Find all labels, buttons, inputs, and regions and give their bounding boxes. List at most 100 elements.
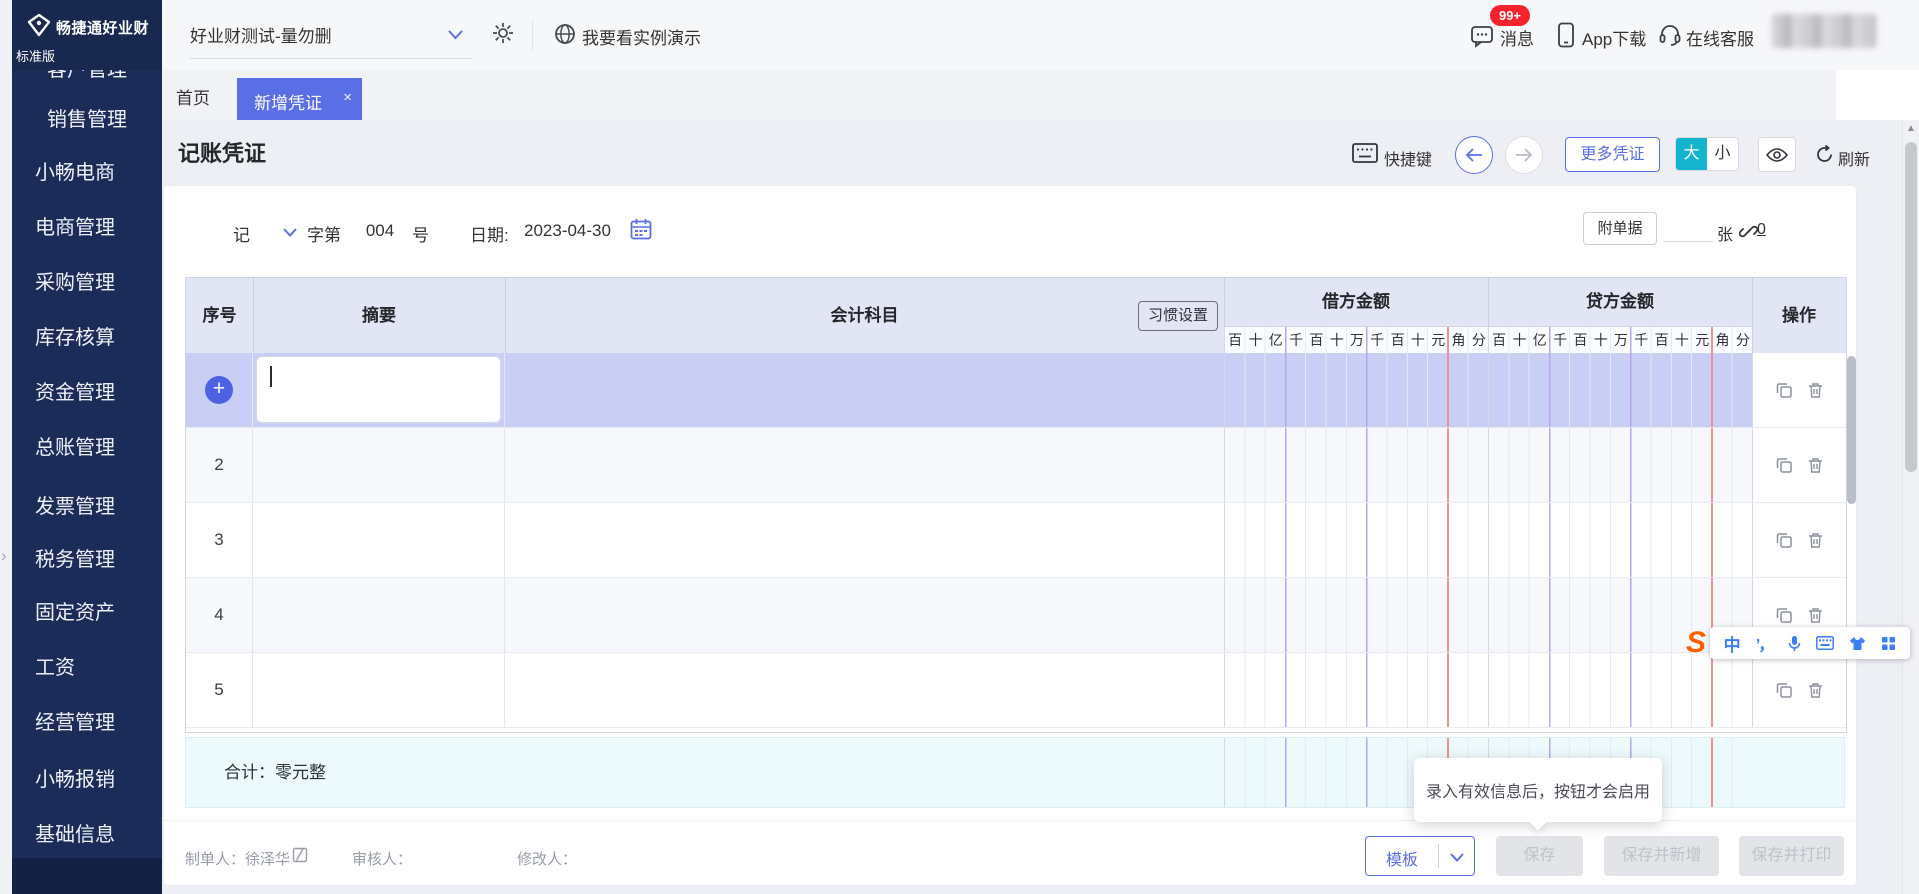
sidebar-item-purchase[interactable]: 采购管理 — [12, 263, 162, 303]
keyboard-icon[interactable] — [1352, 143, 1378, 163]
size-large-option[interactable]: 大 — [1676, 138, 1707, 170]
sidebar-item-general-ledger[interactable]: 总账管理 — [12, 428, 162, 468]
soft-keyboard-icon[interactable] — [1815, 636, 1834, 650]
delete-row-icon[interactable] — [1808, 682, 1823, 698]
voucher-row-5[interactable]: 5 — [186, 653, 1846, 728]
visibility-button[interactable] — [1758, 137, 1796, 172]
delete-row-icon[interactable] — [1808, 607, 1823, 623]
add-row-button[interactable]: + — [205, 376, 233, 404]
copy-row-icon[interactable] — [1776, 532, 1792, 548]
row-account-cell[interactable] — [505, 653, 1224, 727]
sidebar-item-invoice[interactable]: 发票管理 — [12, 487, 162, 527]
credit-amount-cell[interactable] — [1488, 653, 1752, 727]
sidebar-collapse-icon[interactable]: › — [1, 546, 12, 566]
toolbox-grid-icon[interactable] — [1881, 636, 1896, 651]
sidebar-item-tax[interactable]: 税务管理 — [12, 540, 162, 580]
ime-chinese-mode[interactable]: 中 — [1724, 631, 1741, 656]
sidebar-item-operations[interactable]: 经营管理 — [12, 703, 162, 743]
sidebar-item-inventory[interactable]: 库存核算 — [12, 318, 162, 358]
scrollbar-up-arrow[interactable]: ▲ — [1906, 123, 1916, 134]
sidebar-item-ecommerce[interactable]: 电商管理 — [12, 208, 162, 248]
app-download-link[interactable]: App下载 — [1582, 25, 1646, 50]
voucher-number-input[interactable]: 004 — [352, 221, 408, 241]
gear-icon[interactable] — [492, 22, 514, 44]
row-summary-cell[interactable] — [253, 428, 505, 502]
chevron-down-icon[interactable] — [283, 228, 297, 237]
calendar-icon[interactable] — [630, 218, 652, 240]
next-voucher-button[interactable] — [1505, 136, 1543, 174]
sidebar-item-payroll[interactable]: 工资 — [12, 648, 162, 688]
voucher-row-2[interactable]: 2 — [186, 428, 1846, 503]
sidebar-item-xiaochang-ecom[interactable]: 小畅电商 — [12, 153, 162, 193]
delete-row-icon[interactable] — [1808, 382, 1823, 398]
tab-home[interactable]: 首页 — [176, 84, 210, 109]
user-name-redacted[interactable] — [1772, 14, 1876, 48]
template-button[interactable]: 模板 — [1365, 836, 1475, 876]
habit-settings-button[interactable]: 习惯设置 — [1138, 301, 1218, 331]
credit-amount-cell[interactable] — [1488, 428, 1752, 502]
previous-voucher-button[interactable] — [1455, 136, 1493, 174]
save-and-new-button[interactable]: 保存并新增 — [1604, 836, 1719, 876]
row-summary-cell[interactable] — [253, 503, 505, 577]
demo-link[interactable]: 我要看实例演示 — [582, 24, 701, 49]
org-selector[interactable]: 好业财测试-量勿删 — [190, 22, 332, 47]
copy-row-icon[interactable] — [1776, 457, 1792, 473]
delete-row-icon[interactable] — [1808, 532, 1823, 548]
tab-close-icon[interactable]: × — [343, 89, 352, 106]
row-account-cell[interactable] — [505, 578, 1224, 652]
row-account-cell[interactable] — [505, 353, 1224, 427]
voucher-row-4[interactable]: 4 — [186, 578, 1846, 653]
summary-input[interactable] — [256, 356, 501, 423]
window-scrollbar-thumb[interactable] — [1905, 142, 1917, 472]
table-scrollbar[interactable] — [1846, 354, 1858, 729]
refresh-button[interactable]: 刷新 — [1838, 146, 1870, 170]
phone-icon[interactable] — [1556, 22, 1576, 48]
save-button[interactable]: 保存 — [1496, 836, 1583, 876]
voucher-row-3[interactable]: 3 — [186, 503, 1846, 578]
chevron-down-icon[interactable] — [448, 30, 463, 40]
credit-amount-cell[interactable] — [1488, 503, 1752, 577]
date-value[interactable]: 2023-04-30 — [524, 221, 611, 241]
sidebar-item-fixed-assets[interactable]: 固定资产 — [12, 593, 162, 633]
messages-link[interactable]: 消息 — [1500, 25, 1534, 50]
save-and-print-button[interactable]: 保存并打印 — [1739, 836, 1844, 876]
voucher-word-select[interactable]: 记 — [233, 221, 250, 246]
more-vouchers-button[interactable]: 更多凭证 — [1565, 137, 1660, 172]
window-scrollbar[interactable]: ▲ — [1902, 120, 1919, 894]
chevron-down-icon[interactable] — [1450, 853, 1464, 862]
debit-amount-cell[interactable] — [1224, 578, 1488, 652]
sogou-logo-icon[interactable]: S — [1686, 626, 1706, 660]
debit-amount-cell[interactable] — [1224, 428, 1488, 502]
copy-row-icon[interactable] — [1776, 682, 1792, 698]
sidebar-item-funds[interactable]: 资金管理 — [12, 373, 162, 413]
tab-new-voucher[interactable]: 新增凭证 × — [237, 78, 362, 120]
attachment-count-link[interactable]: 0 — [1757, 221, 1766, 239]
online-service-link[interactable]: 在线客服 — [1686, 25, 1754, 50]
skin-shirt-icon[interactable] — [1849, 636, 1866, 651]
row-summary-cell[interactable] — [253, 578, 505, 652]
copy-row-icon[interactable] — [1776, 607, 1792, 623]
voucher-row-1[interactable]: + — [186, 353, 1846, 428]
row-account-cell[interactable] — [505, 428, 1224, 502]
debit-amount-cell[interactable] — [1224, 503, 1488, 577]
credit-amount-cell[interactable] — [1488, 353, 1752, 427]
microphone-icon[interactable] — [1788, 635, 1801, 652]
attachment-count-input[interactable] — [1663, 241, 1713, 242]
sidebar-item-basic-info[interactable]: 基础信息 — [12, 815, 162, 855]
row-account-cell[interactable] — [505, 503, 1224, 577]
attachment-button[interactable]: 附单据 — [1583, 212, 1657, 245]
row-summary-cell[interactable] — [253, 653, 505, 727]
ime-punctuation-icon[interactable]: ’， — [1756, 631, 1775, 655]
delete-row-icon[interactable] — [1808, 457, 1823, 473]
debit-amount-cell[interactable] — [1224, 653, 1488, 727]
demo-globe-icon[interactable] — [554, 23, 576, 45]
row-summary-cell[interactable] — [253, 353, 505, 427]
shortcut-keys-button[interactable]: 快捷键 — [1384, 146, 1432, 170]
refresh-icon[interactable] — [1815, 145, 1834, 164]
table-scrollbar-thumb[interactable] — [1847, 356, 1856, 504]
edit-icon[interactable] — [292, 847, 308, 863]
sidebar-item-sales[interactable]: 销售管理 — [12, 100, 162, 140]
debit-amount-cell[interactable] — [1224, 353, 1488, 427]
sidebar-item-expense[interactable]: 小畅报销 — [12, 760, 162, 800]
copy-row-icon[interactable] — [1776, 382, 1792, 398]
